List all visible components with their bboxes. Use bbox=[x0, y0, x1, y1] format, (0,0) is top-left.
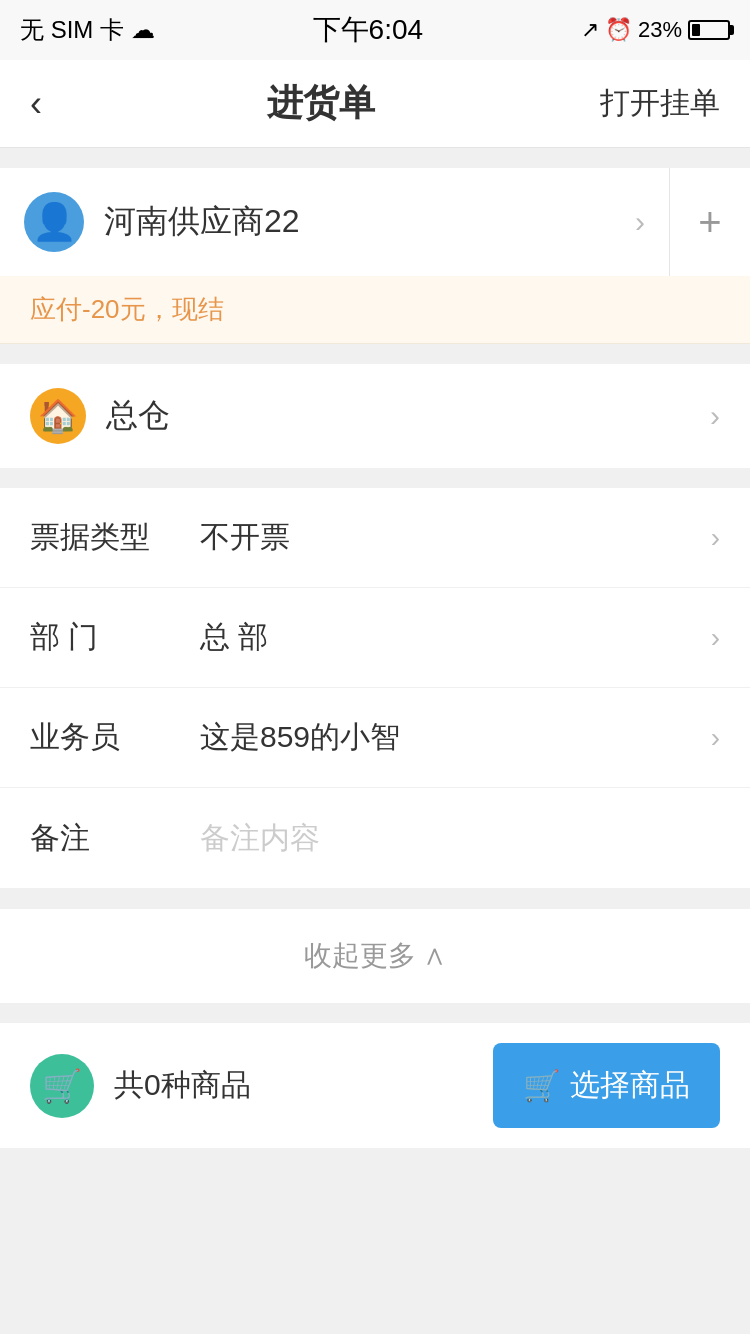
sim-label: 无 SIM 卡 ☁ bbox=[20, 14, 155, 46]
remark-label: 备注 bbox=[30, 818, 180, 859]
status-right: ↗ ⏰ 23% bbox=[581, 17, 730, 43]
salesperson-label: 业务员 bbox=[30, 717, 180, 758]
page-title: 进货单 bbox=[267, 79, 375, 128]
warehouse-icon: 🏠 bbox=[30, 388, 86, 444]
remark-row[interactable]: 备注 备注内容 bbox=[0, 788, 750, 888]
supplier-section: 👤 河南供应商22 › + bbox=[0, 168, 750, 276]
ticket-type-label: 票据类型 bbox=[30, 517, 180, 558]
product-count: 共0种商品 bbox=[114, 1065, 493, 1106]
department-label: 部 门 bbox=[30, 617, 180, 658]
supplier-add-button[interactable]: + bbox=[670, 168, 750, 276]
location-icon: ↗ bbox=[581, 17, 599, 43]
back-button[interactable]: ‹ bbox=[30, 83, 42, 125]
battery-label: 23% bbox=[638, 17, 682, 43]
notice-bar: 应付-20元，现结 bbox=[0, 276, 750, 344]
warehouse-chevron-icon: › bbox=[710, 399, 720, 433]
department-chevron-icon: › bbox=[711, 622, 720, 654]
alarm-icon: ⏰ bbox=[605, 17, 632, 43]
open-pending-button[interactable]: 打开挂单 bbox=[600, 83, 720, 124]
battery-icon bbox=[688, 20, 730, 40]
select-product-label: 选择商品 bbox=[570, 1065, 690, 1106]
avatar-icon: 👤 bbox=[32, 201, 77, 243]
house-icon: 🏠 bbox=[38, 397, 78, 435]
status-time: 下午6:04 bbox=[313, 11, 424, 49]
notice-text: 应付-20元，现结 bbox=[30, 294, 224, 324]
supplier-name: 河南供应商22 bbox=[104, 200, 625, 244]
salesperson-chevron-icon: › bbox=[711, 722, 720, 754]
collapse-button[interactable]: 收起更多 ∧ bbox=[0, 908, 750, 1003]
ticket-type-value: 不开票 bbox=[180, 517, 701, 558]
warehouse-name: 总仓 bbox=[106, 394, 700, 438]
status-left: 无 SIM 卡 ☁ bbox=[20, 14, 155, 46]
salesperson-value: 这是859的小智 bbox=[180, 717, 701, 758]
select-product-button[interactable]: 🛒 选择商品 bbox=[493, 1043, 720, 1128]
page-background bbox=[0, 1148, 750, 1334]
salesperson-row[interactable]: 业务员 这是859的小智 › bbox=[0, 688, 750, 788]
ticket-type-row[interactable]: 票据类型 不开票 › bbox=[0, 488, 750, 588]
supplier-chevron-icon: › bbox=[635, 205, 645, 239]
product-icon: 🛒 bbox=[30, 1054, 94, 1118]
department-value: 总 部 bbox=[180, 617, 701, 658]
supplier-select-button[interactable]: 👤 河南供应商22 › bbox=[0, 168, 670, 276]
section-gap-1 bbox=[0, 148, 750, 168]
form-section: 票据类型 不开票 › 部 门 总 部 › 业务员 这是859的小智 › 备注 备… bbox=[0, 488, 750, 888]
cart-icon: 🛒 bbox=[42, 1067, 82, 1105]
status-bar: 无 SIM 卡 ☁ 下午6:04 ↗ ⏰ 23% bbox=[0, 0, 750, 60]
department-row[interactable]: 部 门 总 部 › bbox=[0, 588, 750, 688]
ticket-type-chevron-icon: › bbox=[711, 522, 720, 554]
supplier-avatar: 👤 bbox=[24, 192, 84, 252]
warehouse-select-button[interactable]: 🏠 总仓 › bbox=[0, 364, 750, 468]
bottom-bar: 🛒 共0种商品 🛒 选择商品 bbox=[0, 1023, 750, 1148]
nav-bar: ‹ 进货单 打开挂单 bbox=[0, 60, 750, 148]
select-product-icon: 🛒 bbox=[523, 1068, 560, 1103]
remark-input[interactable]: 备注内容 bbox=[180, 818, 720, 859]
